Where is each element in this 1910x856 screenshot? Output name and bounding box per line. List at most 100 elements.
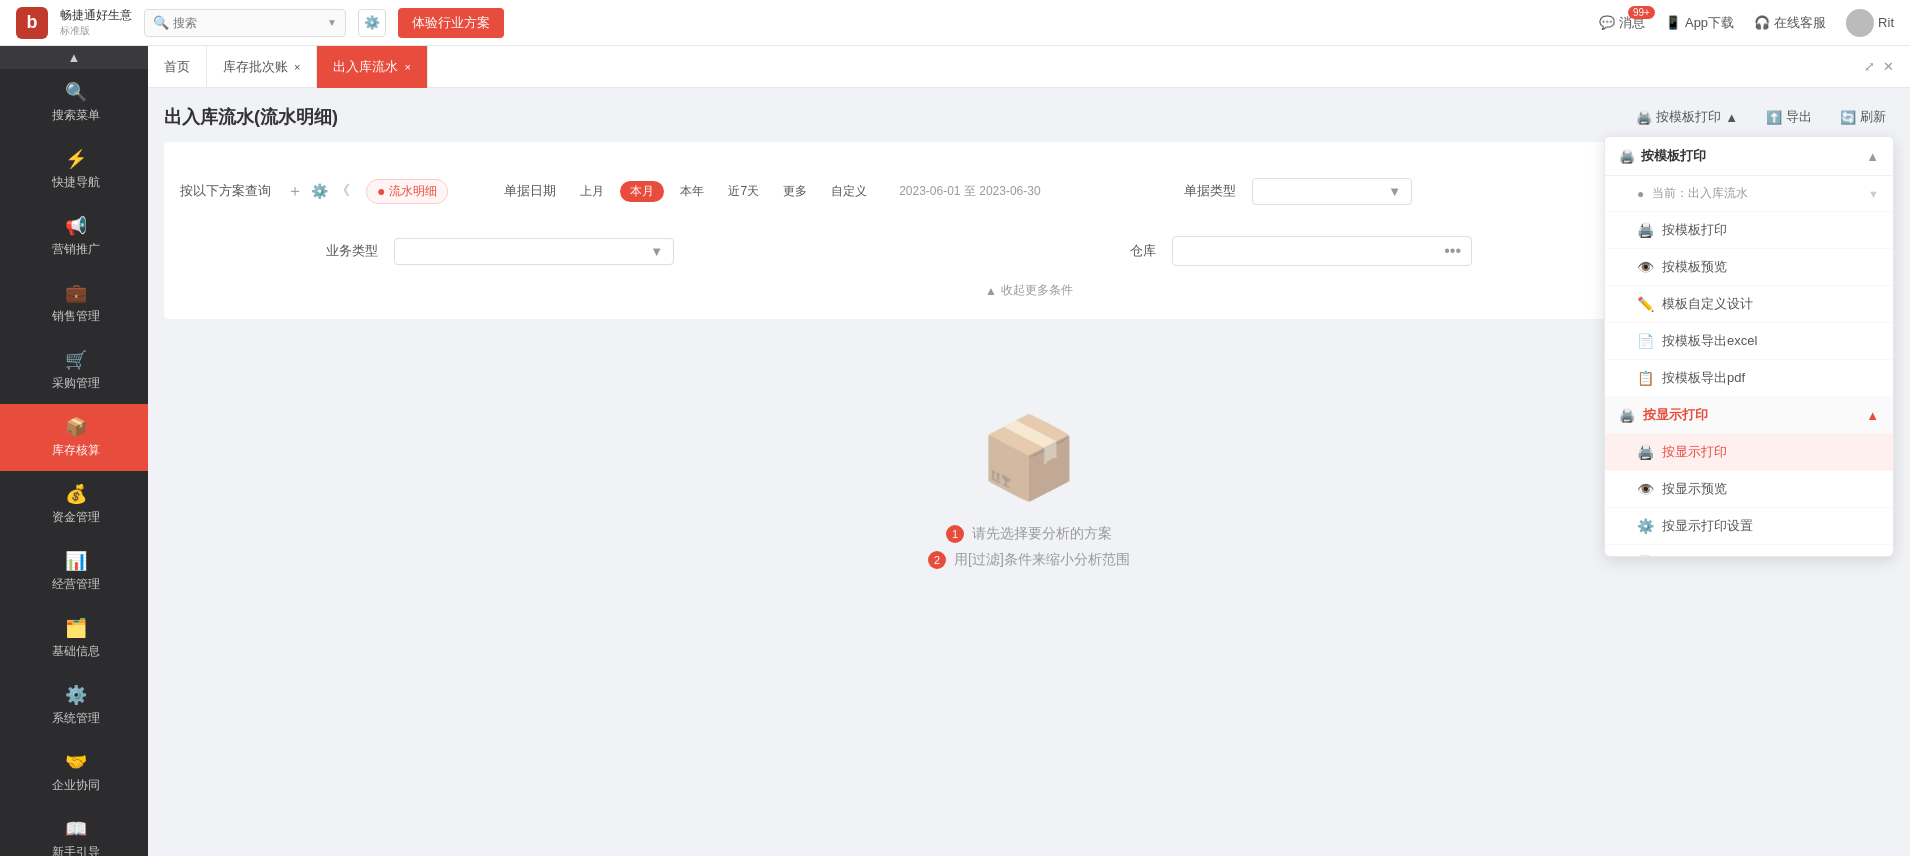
select-arrow-icon: ▼: [1388, 184, 1401, 199]
date-option-本月[interactable]: 本月: [620, 181, 664, 202]
dropdown-arrows[interactable]: ▲: [1866, 149, 1879, 164]
empty-illustration: 📦: [979, 411, 1079, 505]
warehouse-label: 仓库: [1130, 242, 1156, 260]
date-range: 2023-06-01 至 2023-06-30: [899, 183, 1040, 200]
filter-collapse-button[interactable]: 《: [336, 182, 350, 200]
filter-section-label: 按以下方案查询: [180, 182, 271, 200]
sidebar: ▲ 🔍搜索菜单⚡快捷导航📢营销推广💼销售管理🛒采购管理📦库存核算💰资金管理📊经营…: [0, 46, 148, 856]
tab-inventory-batch[interactable]: 库存批次账 ×: [207, 46, 317, 88]
date-option-上月[interactable]: 上月: [572, 181, 612, 202]
tab-close-inout[interactable]: ×: [404, 61, 410, 73]
warehouse-select[interactable]: •••: [1172, 236, 1472, 266]
search-input[interactable]: [173, 16, 323, 30]
page-title: 出入库流水(流水明细): [164, 105, 338, 129]
biz-type-group: 业务类型 ▼: [326, 238, 1074, 265]
sidebar-item-资金管理[interactable]: 💰资金管理: [0, 471, 148, 538]
empty-step1: 1 请先选择要分析的方案: [946, 525, 1112, 543]
date-option-本年[interactable]: 本年: [672, 181, 712, 202]
display-item-按显示预览[interactable]: 👁️按显示预览: [1605, 471, 1893, 508]
search-box[interactable]: 🔍 ▼: [144, 9, 346, 37]
template-item-按模板导出pdf[interactable]: 📋按模板导出pdf: [1605, 360, 1893, 397]
current-icon: ●: [1637, 187, 1644, 201]
empty-step2: 2 用[过滤]条件来缩小分析范围: [928, 551, 1130, 569]
date-filter-group: 单据日期 上月本月本年近7天更多自定义 2023-06-01 至 2023-06…: [504, 181, 1128, 202]
voucher-type-label: 单据类型: [1184, 182, 1236, 200]
chevron-up-icon: ▲: [1725, 110, 1738, 125]
dropdown-current-item[interactable]: ● 当前：出入库流水 ▼: [1605, 176, 1893, 212]
chevron-down-icon: ▼: [327, 17, 337, 28]
tab-inout-flow[interactable]: 出入库流水 ×: [317, 46, 427, 88]
export-icon: ⬆️: [1766, 110, 1782, 125]
settings-icon[interactable]: ⚙️: [358, 9, 386, 37]
date-option-近7天[interactable]: 近7天: [720, 181, 767, 202]
expand-icon: ⤢: [1864, 59, 1875, 74]
dropdown-template-items: 🖨️按模板打印👁️按模板预览✏️模板自定义设计📄按模板导出excel📋按模板导出…: [1605, 212, 1893, 397]
collapse-section-icon: ▲: [1866, 408, 1879, 423]
step-2-num: 2: [928, 551, 946, 569]
biz-type-select[interactable]: ▼: [394, 238, 674, 265]
tabs-bar: 首页 库存批次账 × 出入库流水 × ⤢ ✕: [148, 46, 1910, 88]
sidebar-item-库存核算[interactable]: 📦库存核算: [0, 404, 148, 471]
sidebar-scroll-up[interactable]: ▲: [0, 46, 148, 69]
printer-icon: 🖨️: [1636, 110, 1652, 125]
display-item-按显示打印[interactable]: 🖨️按显示打印: [1605, 434, 1893, 471]
sidebar-item-营销推广[interactable]: 📢营销推广: [0, 203, 148, 270]
tab-expand[interactable]: ⤢ ✕: [1848, 59, 1910, 74]
template-item-按模板导出excel[interactable]: 📄按模板导出excel: [1605, 323, 1893, 360]
template-item-按模板打印[interactable]: 🖨️按模板打印: [1605, 212, 1893, 249]
sidebar-item-基础信息[interactable]: 🗂️基础信息: [0, 605, 148, 672]
search-icon: 🔍: [153, 15, 169, 30]
dropdown-display-header[interactable]: 🖨️ 按显示打印 ▲: [1605, 397, 1893, 434]
online-service-button[interactable]: 🎧 在线客服: [1754, 14, 1826, 32]
dropdown-title: 🖨️ 按模板打印: [1619, 147, 1706, 165]
user-avatar[interactable]: Rit: [1846, 9, 1894, 37]
sidebar-item-新手引导[interactable]: 📖新手引导: [0, 806, 148, 856]
more-options-icon[interactable]: •••: [1444, 242, 1461, 260]
add-filter-button[interactable]: ＋: [287, 181, 303, 202]
message-badge: 99+: [1628, 6, 1655, 19]
close-tab-icon: ✕: [1883, 59, 1894, 74]
chevron-up-icon2: ▲: [985, 284, 997, 298]
tab-close-inventory[interactable]: ×: [294, 61, 300, 73]
headset-icon: 🎧: [1754, 15, 1770, 30]
date-options: 上月本月本年近7天更多自定义: [572, 181, 875, 202]
display-section-icon: 🖨️: [1619, 408, 1635, 423]
message-icon: 💬: [1599, 15, 1615, 30]
display-item-按显示导出excel[interactable]: 📄按显示导出excel: [1605, 545, 1893, 556]
content-area: 首页 库存批次账 × 出入库流水 × ⤢ ✕ 出入库流水(流水明细): [148, 46, 1910, 856]
sidebar-item-经营管理[interactable]: 📊经营管理: [0, 538, 148, 605]
download-icon: 📱: [1665, 15, 1681, 30]
template-item-按模板预览[interactable]: 👁️按模板预览: [1605, 249, 1893, 286]
refresh-icon: 🔄: [1840, 110, 1856, 125]
dropdown-arrow-icon: ▼: [1868, 188, 1879, 200]
sidebar-item-采购管理[interactable]: 🛒采购管理: [0, 337, 148, 404]
brand-name: 畅捷通好生意: [60, 7, 132, 24]
sidebar-item-搜索菜单[interactable]: 🔍搜索菜单: [0, 69, 148, 136]
trial-button[interactable]: 体验行业方案: [398, 8, 504, 38]
app-download-button[interactable]: 📱 App下载: [1665, 14, 1734, 32]
date-option-自定义[interactable]: 自定义: [823, 181, 875, 202]
date-option-更多[interactable]: 更多: [775, 181, 815, 202]
voucher-type-select[interactable]: ▼: [1252, 178, 1412, 205]
filter-tag-flow[interactable]: ● 流水明细: [366, 179, 448, 204]
template-item-模板自定义设计[interactable]: ✏️模板自定义设计: [1605, 286, 1893, 323]
refresh-button[interactable]: 🔄 刷新: [1832, 104, 1894, 130]
sidebar-item-企业协同[interactable]: 🤝企业协同: [0, 739, 148, 806]
sidebar-item-销售管理[interactable]: 💼销售管理: [0, 270, 148, 337]
sidebar-items: 🔍搜索菜单⚡快捷导航📢营销推广💼销售管理🛒采购管理📦库存核算💰资金管理📊经营管理…: [0, 69, 148, 856]
main-layout: ▲ 🔍搜索菜单⚡快捷导航📢营销推广💼销售管理🛒采购管理📦库存核算💰资金管理📊经营…: [0, 46, 1910, 856]
message-button[interactable]: 💬 消息 99+: [1599, 14, 1645, 32]
page-actions: 🖨️ 按模板打印 ▲ ⬆️ 导出 🔄 刷新: [1628, 104, 1894, 130]
date-label: 单据日期: [504, 182, 556, 200]
export-button[interactable]: ⬆️ 导出: [1758, 104, 1820, 130]
template-print-button[interactable]: 🖨️ 按模板打印 ▲: [1628, 104, 1746, 130]
avatar: [1846, 9, 1874, 37]
sidebar-item-快捷导航[interactable]: ⚡快捷导航: [0, 136, 148, 203]
page-title-bar: 出入库流水(流水明细) 🖨️ 按模板打印 ▲ ⬆️ 导出 🔄 刷新: [164, 104, 1894, 130]
filter-settings-button[interactable]: ⚙️: [311, 183, 328, 199]
display-item-按显示打印设置[interactable]: ⚙️按显示打印设置: [1605, 508, 1893, 545]
sidebar-item-系统管理[interactable]: ⚙️系统管理: [0, 672, 148, 739]
tab-home[interactable]: 首页: [148, 46, 207, 88]
printer-icon2: 🖨️: [1619, 149, 1635, 164]
header: b 畅捷通好生意 标准版 🔍 ▼ ⚙️ 体验行业方案 💬 消息 99+ 📱 Ap…: [0, 0, 1910, 46]
